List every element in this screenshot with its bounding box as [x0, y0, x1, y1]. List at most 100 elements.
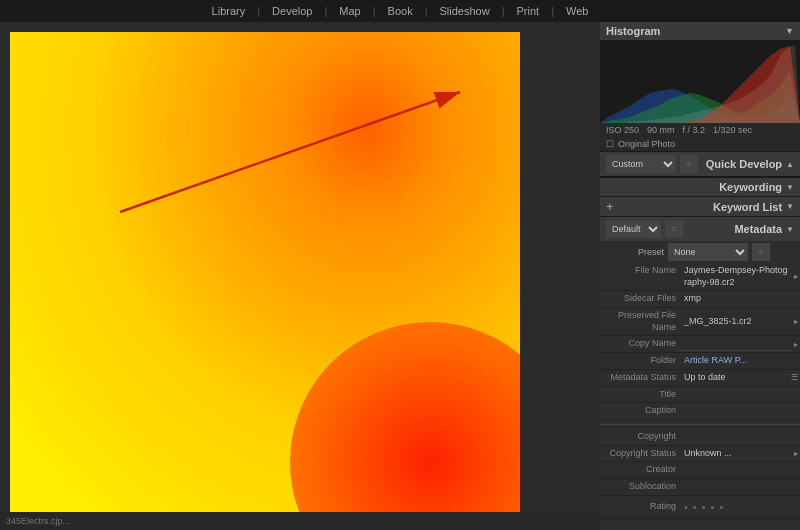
rating-dot-3[interactable]: •: [702, 501, 706, 513]
right-panel[interactable]: Histogram ▼ ISO 250 90 mm f / 3.2: [600, 22, 800, 530]
meta-label-creator: Creator: [600, 462, 680, 478]
footer-bar: 345Electrs.cjp...: [0, 512, 600, 530]
meta-edit-filename[interactable]: ▸: [792, 272, 800, 281]
meta-value-filename-row: Jaymes-Dempsey-Photography-98.cr2 ▸: [680, 263, 800, 290]
meta-label-sidecar: Sidecar Files: [600, 291, 680, 307]
meta-label-caption: Caption: [600, 403, 680, 419]
preset-row: Preset None ≡: [600, 241, 800, 263]
meta-edit-status[interactable]: ☰: [789, 373, 800, 382]
meta-label-preserved: Preserved File Name: [600, 308, 680, 335]
photo-info-bar: ISO 250 90 mm f / 3.2 1/320 sec: [600, 123, 800, 137]
meta-edit-copyname[interactable]: ▸: [792, 340, 800, 349]
meta-value-copyname[interactable]: [680, 337, 792, 351]
top-navigation: Library | Develop | Map | Book | Slidesh…: [0, 0, 800, 22]
meta-value-filename: Jaymes-Dempsey-Photography-98.cr2: [680, 263, 792, 290]
meta-row-copyright: Copyright: [600, 429, 800, 446]
metadata-divider: [600, 424, 800, 425]
meta-row-caption: Caption: [600, 403, 800, 420]
preset-value-select[interactable]: None: [668, 243, 748, 261]
meta-row-copyname: Copy Name ▸: [600, 336, 800, 353]
meta-value-preserved-row: _MG_3825-1.cr2 ▸: [680, 308, 800, 335]
meta-value-status: Up to date: [680, 370, 789, 386]
metadata-adjust-icon[interactable]: ≡: [665, 220, 683, 238]
aperture-value: f / 3.2: [683, 125, 706, 135]
photo-image: [10, 32, 520, 522]
meta-row-status: Metadata Status Up to date ☰: [600, 370, 800, 387]
meta-row-rating: Rating • • • • •: [600, 496, 800, 519]
rating-dot-2[interactable]: •: [693, 501, 697, 513]
meta-value-folder[interactable]: Article RAW P...: [680, 353, 800, 369]
quick-develop-title: Quick Develop: [698, 158, 782, 170]
meta-value-preserved: _MG_3825-1.cr2: [680, 314, 792, 330]
preset-label: Preset: [604, 247, 664, 257]
meta-row-filename: File Name Jaymes-Dempsey-Photography-98.…: [600, 263, 800, 291]
nav-book[interactable]: Book: [376, 0, 425, 22]
preset-select[interactable]: Custom: [606, 155, 676, 173]
shutter-value: 1/320 sec: [713, 125, 752, 135]
nav-slideshow[interactable]: Slideshow: [428, 0, 502, 22]
keyword-list-plus-icon[interactable]: +: [606, 200, 614, 213]
keyword-list-title: Keyword List: [614, 201, 782, 213]
original-photo-label: Original Photo: [618, 139, 675, 149]
quick-develop-header[interactable]: Custom ≡ Quick Develop ▲: [600, 151, 800, 177]
meta-value-copyright-status-row: Unknown ... ▸: [680, 446, 800, 462]
meta-value-sublocation-row: [680, 479, 800, 495]
meta-value-caption[interactable]: [680, 404, 800, 418]
checkbox-icon: ☐: [606, 139, 614, 149]
keywording-header[interactable]: Keywording ▼: [600, 177, 800, 196]
meta-row-folder: Folder Article RAW P...: [600, 353, 800, 370]
nav-develop[interactable]: Develop: [260, 0, 324, 22]
nav-map[interactable]: Map: [327, 0, 372, 22]
meta-label-copyright-status: Copyright Status: [600, 446, 680, 462]
photo-canvas: [10, 32, 520, 522]
meta-value-folder-row: Article RAW P...: [680, 353, 800, 369]
metadata-header[interactable]: Default ≡ Metadata ▼: [600, 216, 800, 241]
meta-value-copyright[interactable]: [680, 430, 800, 444]
meta-value-sidecar: xmp: [680, 291, 800, 307]
meta-value-title[interactable]: [680, 387, 800, 401]
meta-edit-copyright-status[interactable]: ▸: [792, 449, 800, 458]
footer-text: 345Electrs.cjp...: [6, 516, 70, 526]
iso-value: ISO 250: [606, 125, 639, 135]
metadata-dropdown: ▼: [786, 225, 794, 234]
meta-label-filename: File Name: [600, 263, 680, 290]
preset-adjust-icon[interactable]: ≡: [680, 155, 698, 173]
metadata-table: File Name Jaymes-Dempsey-Photography-98.…: [600, 263, 800, 496]
keywording-dropdown: ▼: [786, 183, 794, 192]
rating-dot-4[interactable]: •: [711, 501, 715, 513]
rating-dots-container: • • • • •: [680, 499, 727, 515]
nav-library[interactable]: Library: [200, 0, 258, 22]
meta-value-copyright-status: Unknown ...: [680, 446, 792, 462]
metadata-mode-select[interactable]: Default: [606, 220, 661, 238]
rating-dot-1[interactable]: •: [684, 501, 688, 513]
meta-value-caption-row: [680, 403, 800, 419]
nav-print[interactable]: Print: [505, 0, 552, 22]
meta-edit-preserved[interactable]: ▸: [792, 317, 800, 326]
meta-label-copyright: Copyright: [600, 429, 680, 445]
histogram-dropdown-icon: ▼: [785, 26, 794, 36]
original-photo-bar: ☐ Original Photo: [600, 137, 800, 151]
meta-row-sidecar: Sidecar Files xmp: [600, 291, 800, 308]
main-layout: 345Electrs.cjp... Histogram ▼: [0, 22, 800, 530]
keyword-list-header[interactable]: + Keyword List ▼: [600, 196, 800, 216]
histogram-chart: [600, 41, 800, 123]
nav-web[interactable]: Web: [554, 0, 600, 22]
meta-label-folder: Folder: [600, 353, 680, 369]
meta-value-sublocation[interactable]: [680, 480, 800, 494]
preset-list-icon[interactable]: ≡: [752, 243, 770, 261]
histogram-header[interactable]: Histogram ▼: [600, 22, 800, 41]
meta-value-creator[interactable]: [680, 463, 800, 477]
photo-area: 345Electrs.cjp...: [0, 22, 600, 530]
meta-row-title: Title: [600, 387, 800, 404]
meta-row-preserved: Preserved File Name _MG_3825-1.cr2 ▸: [600, 308, 800, 336]
rating-dot-5[interactable]: •: [719, 501, 723, 513]
meta-label-title: Title: [600, 387, 680, 403]
meta-value-creator-row: [680, 462, 800, 478]
meta-value-sidecar-row: xmp: [680, 291, 800, 307]
meta-label-copyname: Copy Name: [600, 336, 680, 352]
keywording-title: Keywording: [606, 181, 782, 193]
meta-row-sublocation: Sublocation: [600, 479, 800, 496]
meta-value-copyright-row: [680, 429, 800, 445]
focal-value: 90 mm: [647, 125, 675, 135]
meta-label-sublocation: Sublocation: [600, 479, 680, 495]
